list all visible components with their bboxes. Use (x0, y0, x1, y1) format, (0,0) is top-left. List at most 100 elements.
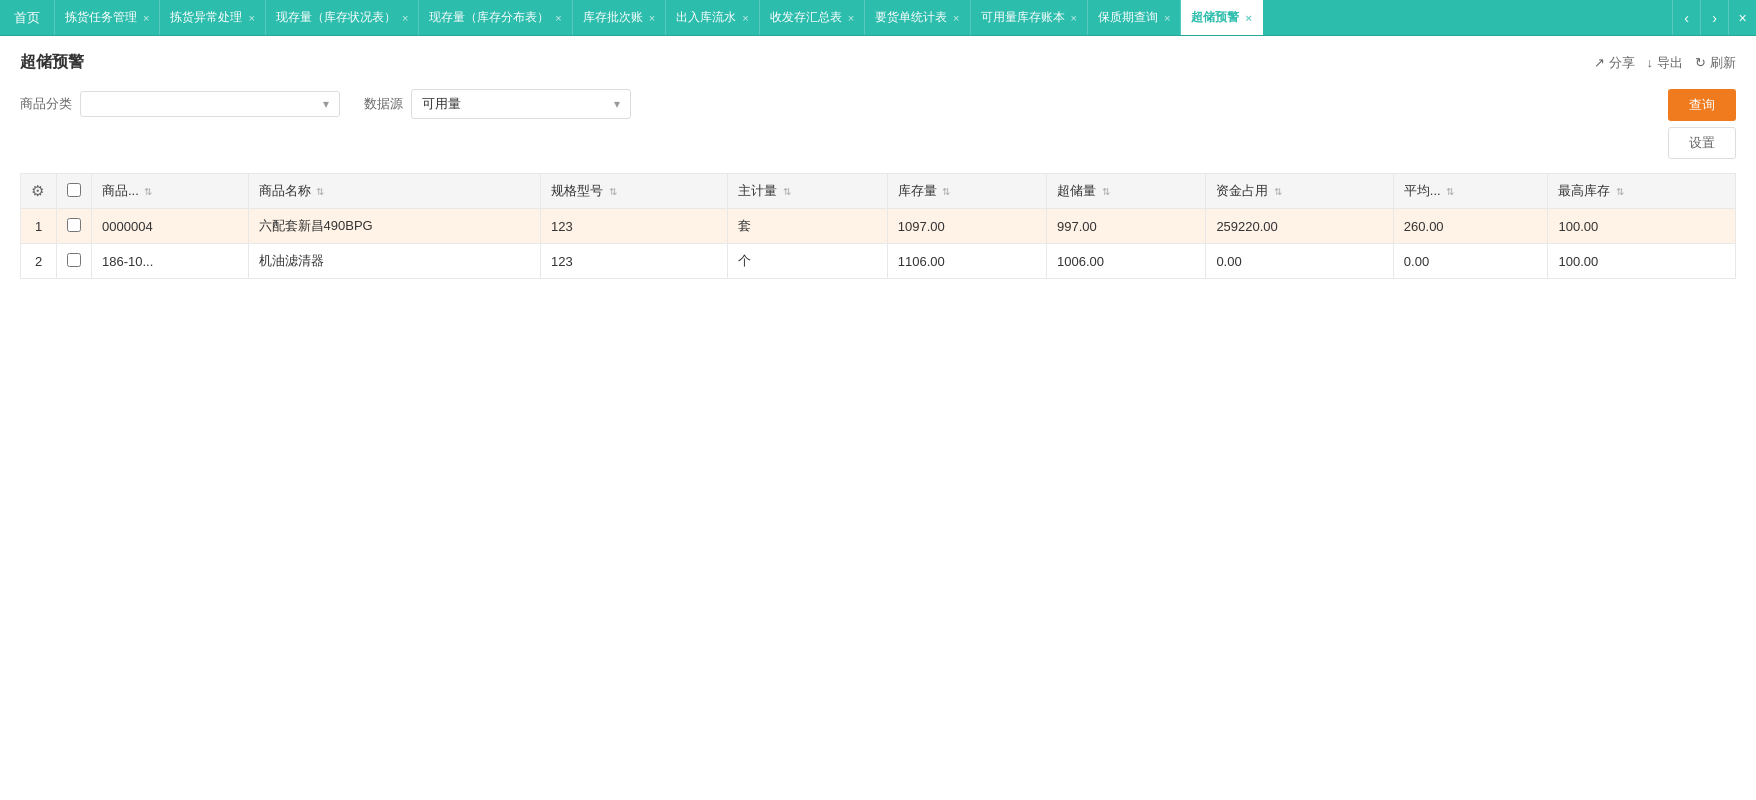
col-settings[interactable]: ⚙ (21, 174, 57, 209)
data-source-filter: 数据源 可用量 ▾ (364, 89, 631, 119)
row-1-spec: 123 (540, 209, 727, 244)
row-1-num: 1 (21, 209, 57, 244)
row-2-capital: 0.00 (1206, 244, 1393, 279)
sort-avg-icon: ⇅ (1446, 186, 1454, 197)
product-category-filter: 商品分类 ▾ (20, 91, 340, 117)
sort-product-code-icon: ⇅ (144, 186, 152, 197)
row-2-checkbox-cell[interactable] (57, 244, 92, 279)
page-container: 超储预警 ↗ 分享 ↓ 导出 ↻ 刷新 商品分类 ▾ (0, 36, 1756, 800)
sort-capital-icon: ⇅ (1274, 186, 1282, 197)
col-product-code-header[interactable]: 商品... ⇅ (92, 174, 249, 209)
col-checkbox-all[interactable] (57, 174, 92, 209)
close-tab-7-icon[interactable]: × (848, 12, 854, 24)
product-category-label: 商品分类 (20, 95, 72, 113)
set-button[interactable]: 设置 (1668, 127, 1736, 159)
row-2-product-code: 186-10... (92, 244, 249, 279)
sort-unit-icon: ⇅ (783, 186, 791, 197)
nav-tab-9[interactable]: 可用量库存账本 × (971, 0, 1088, 35)
row-2-stock: 1106.00 (887, 244, 1046, 279)
col-avg-header[interactable]: 平均... ⇅ (1393, 174, 1548, 209)
col-product-name-label: 商品名称 (259, 183, 311, 198)
nav-tab-4[interactable]: 现存量（库存分布表） × (419, 0, 572, 35)
data-table: ⚙ 商品... ⇅ 商品名称 ⇅ 规格型号 ⇅ 主计量 (20, 173, 1736, 279)
nav-home[interactable]: 首页 (0, 0, 55, 35)
share-icon: ↗ (1594, 55, 1605, 70)
close-tab-5-icon[interactable]: × (649, 12, 655, 24)
row-1-overstock: 997.00 (1047, 209, 1206, 244)
sort-stock-icon: ⇅ (942, 186, 950, 197)
page-title: 超储预警 (20, 52, 84, 73)
col-max-stock-label: 最高库存 (1558, 183, 1610, 198)
col-unit-header[interactable]: 主计量 ⇅ (728, 174, 887, 209)
product-category-select[interactable]: ▾ (80, 91, 340, 117)
col-avg-label: 平均... (1404, 183, 1441, 198)
nav-tab-6[interactable]: 出入库流水 × (666, 0, 759, 35)
sort-product-name-icon: ⇅ (316, 186, 324, 197)
top-navigation: 首页 拣货任务管理 × 拣货异常处理 × 现存量（库存状况表） × 现存量（库存… (0, 0, 1756, 36)
col-stock-header[interactable]: 库存量 ⇅ (887, 174, 1046, 209)
nav-tab-1[interactable]: 拣货任务管理 × (55, 0, 160, 35)
close-tab-6-icon[interactable]: × (742, 12, 748, 24)
nav-tab-8[interactable]: 要货单统计表 × (865, 0, 970, 35)
table-row: 1 0000004 六配套新昌490BPG 123 套 1097.00 997.… (21, 209, 1736, 244)
settings-icon[interactable]: ⚙ (31, 182, 44, 199)
close-tab-10-icon[interactable]: × (1164, 12, 1170, 24)
col-capital-header[interactable]: 资金占用 ⇅ (1206, 174, 1393, 209)
nav-tab-5[interactable]: 库存批次账 × (573, 0, 666, 35)
row-1-product-code: 0000004 (92, 209, 249, 244)
col-product-name-header[interactable]: 商品名称 ⇅ (248, 174, 540, 209)
nav-arrow-right[interactable]: › (1700, 0, 1728, 35)
row-2-checkbox[interactable] (67, 253, 81, 267)
refresh-action[interactable]: ↻ 刷新 (1695, 54, 1736, 72)
data-source-label: 数据源 (364, 95, 403, 113)
col-unit-label: 主计量 (738, 183, 777, 198)
close-tab-1-icon[interactable]: × (143, 12, 149, 24)
data-source-chevron-icon: ▾ (614, 97, 620, 111)
row-1-checkbox-cell[interactable] (57, 209, 92, 244)
data-source-value: 可用量 (422, 95, 461, 113)
col-stock-label: 库存量 (898, 183, 937, 198)
row-2-product-name: 机油滤清器 (248, 244, 540, 279)
query-button[interactable]: 查询 (1668, 89, 1736, 121)
nav-arrows: ‹ › × (1672, 0, 1756, 35)
close-tab-3-icon[interactable]: × (402, 12, 408, 24)
nav-tab-11[interactable]: 超储预警 × (1181, 0, 1262, 35)
product-category-chevron-icon: ▾ (323, 97, 329, 111)
col-overstock-header[interactable]: 超储量 ⇅ (1047, 174, 1206, 209)
col-product-code-label: 商品... (102, 183, 139, 198)
nav-tab-2[interactable]: 拣货异常处理 × (160, 0, 265, 35)
row-2-overstock: 1006.00 (1047, 244, 1206, 279)
col-spec-header[interactable]: 规格型号 ⇅ (540, 174, 727, 209)
col-max-stock-header[interactable]: 最高库存 ⇅ (1548, 174, 1736, 209)
sort-overstock-icon: ⇅ (1102, 186, 1110, 197)
row-2-avg: 0.00 (1393, 244, 1548, 279)
nav-tab-10[interactable]: 保质期查询 × (1088, 0, 1181, 35)
nav-arrow-close[interactable]: × (1728, 0, 1756, 35)
nav-tab-3[interactable]: 现存量（库存状况表） × (266, 0, 419, 35)
table-row: 2 186-10... 机油滤清器 123 个 1106.00 1006.00 … (21, 244, 1736, 279)
row-1-checkbox[interactable] (67, 218, 81, 232)
page-actions: ↗ 分享 ↓ 导出 ↻ 刷新 (1594, 54, 1737, 72)
refresh-icon: ↻ (1695, 55, 1706, 70)
close-tab-4-icon[interactable]: × (555, 12, 561, 24)
row-2-unit: 个 (728, 244, 887, 279)
table-header-row: ⚙ 商品... ⇅ 商品名称 ⇅ 规格型号 ⇅ 主计量 (21, 174, 1736, 209)
nav-arrow-left[interactable]: ‹ (1672, 0, 1700, 35)
row-2-spec: 123 (540, 244, 727, 279)
close-tab-2-icon[interactable]: × (248, 12, 254, 24)
col-overstock-label: 超储量 (1057, 183, 1096, 198)
row-1-stock: 1097.00 (887, 209, 1046, 244)
close-tab-11-icon[interactable]: × (1245, 12, 1251, 24)
close-tab-9-icon[interactable]: × (1071, 12, 1077, 24)
row-2-max-stock: 100.00 (1548, 244, 1736, 279)
nav-tab-7[interactable]: 收发存汇总表 × (760, 0, 865, 35)
row-1-avg: 260.00 (1393, 209, 1548, 244)
export-action[interactable]: ↓ 导出 (1647, 54, 1684, 72)
select-all-checkbox[interactable] (67, 183, 81, 197)
close-tab-8-icon[interactable]: × (953, 12, 959, 24)
row-1-product-name: 六配套新昌490BPG (248, 209, 540, 244)
col-capital-label: 资金占用 (1216, 183, 1268, 198)
share-action[interactable]: ↗ 分享 (1594, 54, 1635, 72)
data-source-select[interactable]: 可用量 ▾ (411, 89, 631, 119)
col-spec-label: 规格型号 (551, 183, 603, 198)
